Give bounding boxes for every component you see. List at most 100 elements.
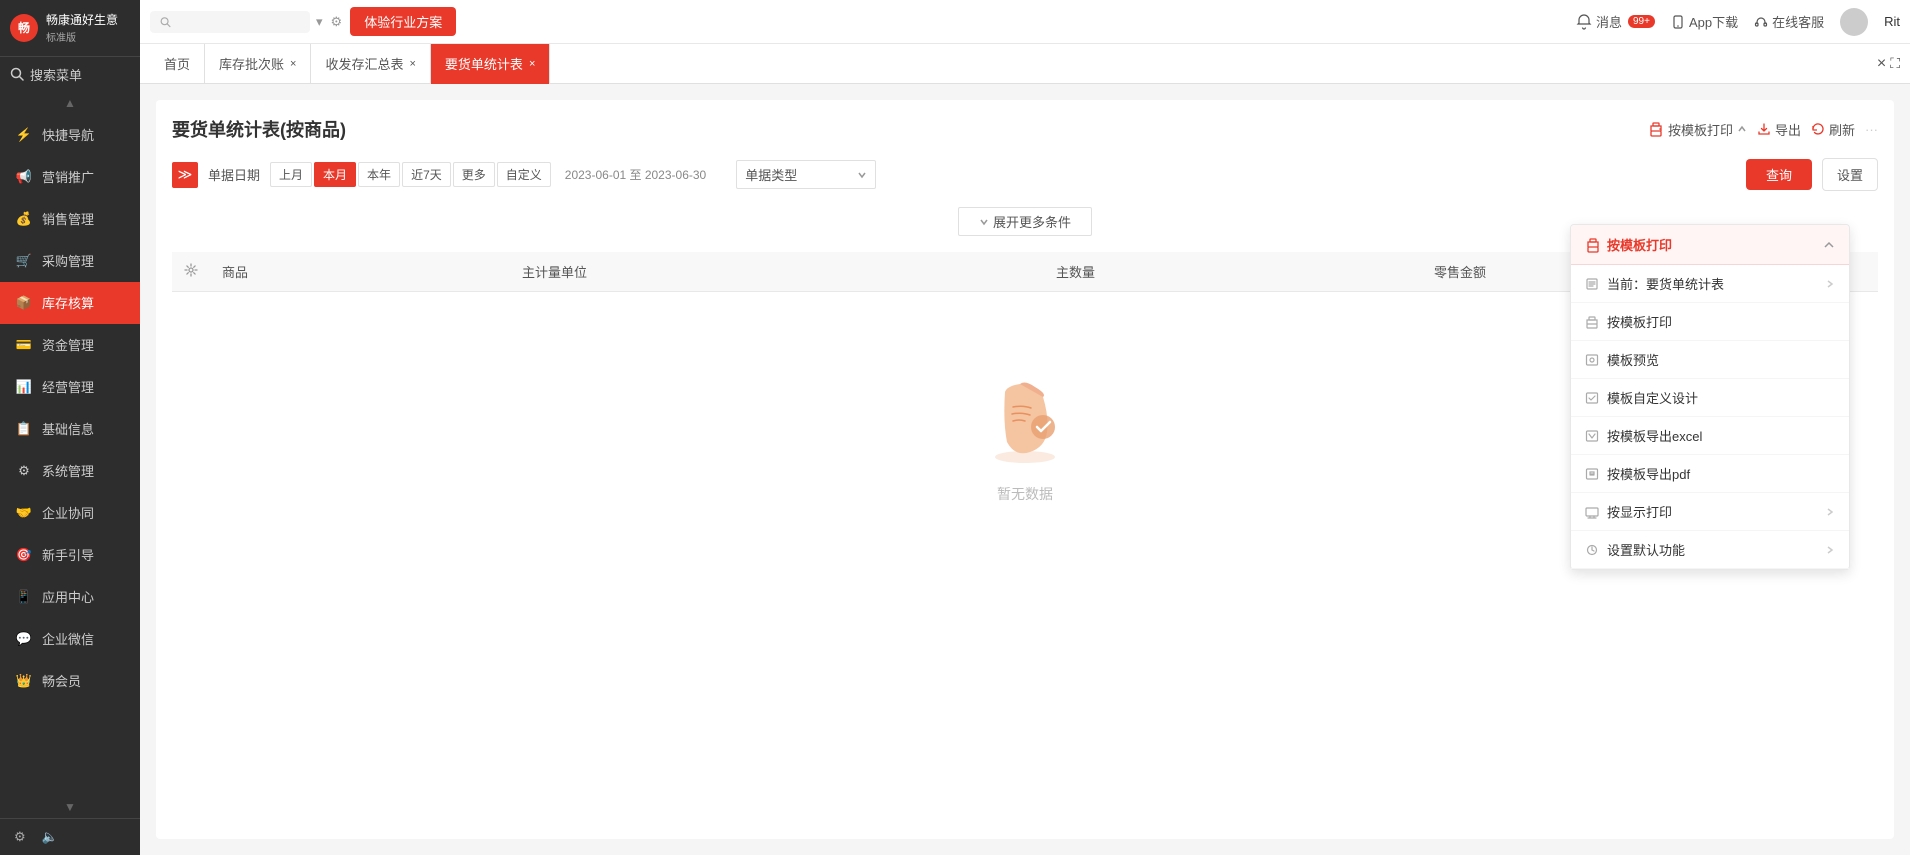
expand-more-conditions-btn[interactable]: 展开更多条件 <box>958 207 1092 236</box>
dropdown-item-template-preview[interactable]: 模板预览 <box>1571 341 1849 379</box>
app-download-btn[interactable]: App下载 <box>1671 12 1738 31</box>
guide-icon: 🎯 <box>14 545 34 565</box>
sidebar-item-label: 系统管理 <box>42 461 94 480</box>
scroll-up-btn[interactable]: ▲ <box>0 92 140 114</box>
tab-home[interactable]: 首页 <box>150 44 205 84</box>
date-current-month-btn[interactable]: 本月 <box>314 162 356 187</box>
sidebar-item-inventory[interactable]: 📦 库存核算 <box>0 282 140 324</box>
template-custom-icon <box>1585 391 1599 405</box>
system-icon: ⚙ <box>14 461 34 481</box>
dropdown-item-export-pdf[interactable]: 按模板导出pdf <box>1571 455 1849 493</box>
operations-icon: 📊 <box>14 377 34 397</box>
dropdown-current-template[interactable]: 当前：要货单统计表 <box>1571 265 1849 303</box>
top-header: ▾ ⚙ 体验行业方案 消息 99+ App下载 <box>140 0 1910 44</box>
messages-badge: 99+ <box>1628 15 1655 28</box>
tab-collect-summary-close[interactable]: × <box>409 58 415 70</box>
doc-type-select[interactable]: 单据类型 <box>736 160 876 189</box>
filter-expand-btn[interactable]: ≫ <box>172 162 198 188</box>
sidebar-item-guide[interactable]: 🎯 新手引导 <box>0 534 140 576</box>
quick-nav-icon: ⚡ <box>14 125 34 145</box>
sidebar-item-marketing[interactable]: 📢 营销推广 <box>0 156 140 198</box>
sidebar-nav: ⚡ 快捷导航 📢 营销推广 💰 销售管理 🛒 采购管理 📦 库存核算 💳 资金管… <box>0 114 140 796</box>
tab-inventory-batch-close[interactable]: × <box>290 58 296 70</box>
sidebar-item-sales[interactable]: 💰 销售管理 <box>0 198 140 240</box>
query-btn[interactable]: 查询 <box>1746 159 1812 190</box>
tab-order-stats-close[interactable]: × <box>529 58 535 70</box>
sidebar-item-operations[interactable]: 📊 经营管理 <box>0 366 140 408</box>
set-default-label: 设置默认功能 <box>1607 540 1685 559</box>
sidebar-search-btn[interactable]: 搜索菜单 <box>0 57 140 92</box>
header-search-area[interactable] <box>150 11 310 33</box>
tab-maximize-btn[interactable]: ⛶ <box>1890 55 1900 72</box>
scroll-down-btn[interactable]: ▼ <box>0 796 140 818</box>
sidebar-logo: 畅 畅康通好生意 标准版 <box>0 0 140 57</box>
select-chevron-icon <box>857 170 867 180</box>
table-settings-col-header[interactable] <box>172 252 210 292</box>
dropdown-item-export-excel[interactable]: 按模板导出excel <box>1571 417 1849 455</box>
sidebar-item-wechat[interactable]: 💬 企业微信 <box>0 618 140 660</box>
inventory-icon: 📦 <box>14 293 34 313</box>
trial-industry-btn[interactable]: 体验行业方案 <box>350 7 456 36</box>
refresh-icon <box>1811 122 1825 136</box>
settings-btn[interactable]: 设置 <box>1822 158 1878 191</box>
settings-icon[interactable]: ⚙ <box>14 829 26 845</box>
sidebar-item-app-center[interactable]: 📱 应用中心 <box>0 576 140 618</box>
tab-inventory-batch-label: 库存批次账 <box>219 54 284 73</box>
template-custom-label: 模板自定义设计 <box>1607 388 1698 407</box>
avatar[interactable] <box>1840 8 1868 36</box>
header-gear-icon[interactable]: ⚙ <box>331 14 343 30</box>
dropdown-item-set-default[interactable]: 设置默认功能 <box>1571 531 1849 569</box>
wechat-icon: 💬 <box>14 629 34 649</box>
title-actions: 按模板打印 导出 <box>1648 120 1878 139</box>
tabs-bar: 首页 库存批次账 × 收发存汇总表 × 要货单统计表 × × ⛶ <box>140 44 1910 84</box>
sidebar-item-purchase[interactable]: 🛒 采购管理 <box>0 240 140 282</box>
search-icon-header <box>160 16 171 28</box>
expand-more-label: 展开更多条件 <box>993 212 1071 231</box>
tab-inventory-batch[interactable]: 库存批次账 × <box>205 44 311 84</box>
date-current-year-btn[interactable]: 本年 <box>358 162 400 187</box>
app-download-label: App下载 <box>1689 12 1738 31</box>
messages-btn[interactable]: 消息 99+ <box>1576 12 1655 31</box>
more-options-icon[interactable]: ··· <box>1865 122 1878 137</box>
template-preview-icon <box>1585 353 1599 367</box>
date-more-btn[interactable]: 更多 <box>453 162 495 187</box>
sidebar-item-basic-info[interactable]: 📋 基础信息 <box>0 408 140 450</box>
sidebar-item-finance[interactable]: 💳 资金管理 <box>0 324 140 366</box>
sidebar-item-quick-nav[interactable]: ⚡ 快捷导航 <box>0 114 140 156</box>
sidebar-item-system[interactable]: ⚙ 系统管理 <box>0 450 140 492</box>
member-icon: 👑 <box>14 671 34 691</box>
date-last-7-days-btn[interactable]: 近7天 <box>402 162 451 187</box>
online-service-btn[interactable]: 在线客服 <box>1754 12 1824 31</box>
col-product-header: 商品 <box>210 252 510 292</box>
export-pdf-icon <box>1585 467 1599 481</box>
tab-order-stats[interactable]: 要货单统计表 × <box>431 44 550 84</box>
refresh-label: 刷新 <box>1829 120 1855 139</box>
header-dropdown-chevron[interactable]: ▾ <box>316 14 323 30</box>
chevron-up-icon <box>1737 124 1747 134</box>
export-icon <box>1757 122 1771 136</box>
volume-icon[interactable]: 🔈 <box>42 829 58 845</box>
column-settings-icon[interactable] <box>184 263 198 277</box>
print-template-btn[interactable]: 按模板打印 <box>1648 120 1747 139</box>
dropdown-item-template-custom[interactable]: 模板自定义设计 <box>1571 379 1849 417</box>
date-custom-btn[interactable]: 自定义 <box>497 162 551 187</box>
dropdown-item-template-print[interactable]: 按模板打印 <box>1571 303 1849 341</box>
sidebar-item-member[interactable]: 👑 畅会员 <box>0 660 140 702</box>
sidebar-item-label: 库存核算 <box>42 293 94 312</box>
header-search-input[interactable] <box>175 15 300 29</box>
sidebar-item-label: 企业协同 <box>42 503 94 522</box>
tab-collect-summary[interactable]: 收发存汇总表 × <box>311 44 430 84</box>
date-prev-month-btn[interactable]: 上月 <box>270 162 312 187</box>
dropdown-item-display-print[interactable]: 按显示打印 <box>1571 493 1849 531</box>
online-service-label: 在线客服 <box>1772 12 1824 31</box>
export-excel-icon <box>1585 429 1599 443</box>
refresh-btn[interactable]: 刷新 <box>1811 120 1855 139</box>
search-icon <box>10 67 24 81</box>
export-label: 导出 <box>1775 120 1801 139</box>
dropdown-header[interactable]: 按模板打印 <box>1571 225 1849 265</box>
export-btn[interactable]: 导出 <box>1757 120 1801 139</box>
display-print-chevron-icon <box>1825 507 1835 517</box>
sidebar-item-enterprise[interactable]: 🤝 企业协同 <box>0 492 140 534</box>
tab-close-all-btn[interactable]: × <box>1877 55 1886 73</box>
sidebar-item-label: 资金管理 <box>42 335 94 354</box>
